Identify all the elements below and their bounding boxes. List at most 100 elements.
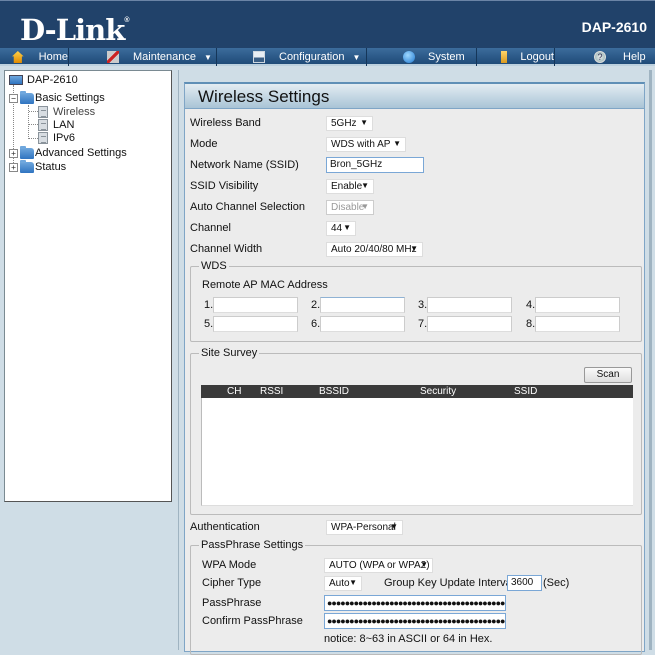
channel-select[interactable]: 44 ▼ xyxy=(326,221,356,236)
sidebar-item-label: IPv6 xyxy=(53,132,76,144)
folder-icon xyxy=(20,145,34,159)
site-survey-legend: Site Survey xyxy=(199,347,260,359)
header-banner: D-Link® DAP-2610 xyxy=(0,0,655,48)
passphrase-legend: PassPhrase Settings xyxy=(199,539,306,551)
col-bssid: BSSID xyxy=(319,386,350,397)
mac-input-8[interactable] xyxy=(535,316,620,332)
nav-configuration-label: Configuration xyxy=(279,51,345,63)
site-survey-table-body[interactable] xyxy=(201,398,633,506)
registered-mark: ® xyxy=(124,17,129,24)
site-survey-table-header: CH RSSI BSSID Security SSID xyxy=(201,385,633,398)
mode-select[interactable]: WDS with AP ▼ xyxy=(326,137,406,152)
mac-slot-label: 7. xyxy=(418,318,428,330)
chevron-down-icon: ▼ xyxy=(352,52,361,62)
sidebar-item-wireless[interactable]: Wireless xyxy=(38,105,95,119)
channel-label: Channel xyxy=(190,222,231,234)
chevron-down-icon: ▼ xyxy=(420,560,428,569)
tree-connector xyxy=(29,138,38,139)
auto-channel-label: Auto Channel Selection xyxy=(190,201,305,213)
nav-system-label: System xyxy=(428,51,465,63)
home-icon xyxy=(12,51,24,63)
chevron-down-icon: ▼ xyxy=(390,522,398,531)
mode-label: Mode xyxy=(190,138,218,150)
collapse-icon[interactable]: − xyxy=(9,93,18,103)
col-security: Security xyxy=(420,386,457,397)
sidebar-item-lan[interactable]: LAN xyxy=(38,118,74,132)
channel-width-select[interactable]: Auto 20/40/80 MHz ▼ xyxy=(326,242,423,257)
sidebar-item-ipv6[interactable]: IPv6 xyxy=(38,131,75,145)
ssid-input[interactable]: Bron_5GHz xyxy=(326,157,424,173)
expand-icon[interactable]: + xyxy=(9,162,18,172)
sidebar-item-label: Status xyxy=(35,161,67,173)
sidebar-item-basic-settings[interactable]: − Basic Settings xyxy=(9,90,105,105)
nav-help[interactable]: ? Help xyxy=(555,48,655,66)
cipher-type-select[interactable]: Auto ▼ xyxy=(324,576,362,591)
page-icon xyxy=(38,119,48,131)
ssid-label: Network Name (SSID) xyxy=(190,159,299,171)
group-key-label: Group Key Update Interval xyxy=(384,577,515,589)
authentication-value: WPA-Personal xyxy=(331,522,396,533)
nav-home[interactable]: Home xyxy=(0,48,69,66)
auto-channel-select[interactable]: Disable ▼ xyxy=(326,200,374,215)
sidebar-item-label: Wireless xyxy=(53,106,96,118)
nav-system[interactable]: System xyxy=(367,48,477,66)
authentication-select[interactable]: WPA-Personal ▼ xyxy=(326,520,403,535)
mac-input-1[interactable] xyxy=(213,297,298,313)
tree-root-dap-2610[interactable]: DAP-2610 xyxy=(9,73,78,87)
scan-button[interactable]: Scan xyxy=(584,367,632,383)
mac-slot-label: 3. xyxy=(418,299,428,311)
sidebar-item-status[interactable]: + Status xyxy=(9,159,67,174)
auto-channel-value: Disable xyxy=(331,202,365,213)
authentication-label: Authentication xyxy=(190,521,260,533)
computer-icon xyxy=(9,75,23,85)
wireless-band-select[interactable]: 5GHz ▼ xyxy=(326,116,373,131)
wpa-mode-label: WPA Mode xyxy=(202,559,257,571)
col-ch: CH xyxy=(227,386,242,397)
wpa-mode-select[interactable]: AUTO (WPA or WPA2) ▼ xyxy=(324,558,433,573)
mac-input-5[interactable] xyxy=(213,316,298,332)
mac-input-6[interactable] xyxy=(320,316,405,332)
logo-text: D-Link xyxy=(20,13,125,47)
sidebar-item-label: Basic Settings xyxy=(35,92,105,104)
cipher-type-value: Auto xyxy=(329,578,350,589)
mac-slot-label: 6. xyxy=(311,318,321,330)
dlink-logo: D-Link® xyxy=(20,13,130,47)
chevron-down-icon: ▼ xyxy=(204,52,212,62)
nav-logout[interactable]: Logout xyxy=(477,48,555,66)
globe-icon xyxy=(403,51,415,63)
mac-input-2[interactable] xyxy=(320,297,405,313)
tree-root-label: DAP-2610 xyxy=(27,74,78,86)
model-name: DAP-2610 xyxy=(581,19,647,35)
mac-slot-label: 1. xyxy=(204,299,214,311)
top-nav: Home Maintenance ▼ Configuration ▼ Syste… xyxy=(0,48,655,66)
wpa-mode-value: AUTO (WPA or WPA2) xyxy=(329,560,430,571)
wireless-band-label: Wireless Band xyxy=(190,117,261,129)
chevron-down-icon: ▼ xyxy=(361,202,369,211)
wds-legend: WDS xyxy=(199,260,229,272)
folder-open-icon xyxy=(20,90,34,104)
group-key-input[interactable]: 3600 xyxy=(507,575,542,591)
col-rssi: RSSI xyxy=(260,386,284,397)
confirm-passphrase-label: Confirm PassPhrase xyxy=(202,615,303,627)
chevron-down-icon: ▼ xyxy=(361,181,369,190)
ssid-visibility-value: Enable xyxy=(331,181,363,192)
col-ssid: SSID xyxy=(514,386,538,397)
nav-configuration[interactable]: Configuration ▼ xyxy=(217,48,367,66)
group-key-unit: (Sec) xyxy=(543,577,570,589)
expand-icon[interactable]: + xyxy=(9,148,18,158)
confirm-passphrase-input[interactable]: ●●●●●●●●●●●●●●●●●●●●●●●●●●●●●●●●●●●●●●●●… xyxy=(324,613,506,629)
help-icon: ? xyxy=(594,51,606,63)
tools-icon xyxy=(107,51,119,63)
nav-maintenance[interactable]: Maintenance ▼ xyxy=(69,48,217,66)
ssid-visibility-select[interactable]: Enable ▼ xyxy=(326,179,374,194)
sidebar-item-label: LAN xyxy=(53,119,75,131)
nav-logout-label: Logout xyxy=(520,51,554,63)
remote-ap-mac-label: Remote AP MAC Address xyxy=(202,279,328,291)
sidebar-item-advanced-settings[interactable]: + Advanced Settings xyxy=(9,145,127,160)
chevron-down-icon: ▼ xyxy=(393,139,401,148)
mac-input-4[interactable] xyxy=(535,297,620,313)
mac-slot-label: 8. xyxy=(526,318,536,330)
passphrase-input[interactable]: ●●●●●●●●●●●●●●●●●●●●●●●●●●●●●●●●●●●●●●●●… xyxy=(324,595,506,611)
mac-input-3[interactable] xyxy=(427,297,512,313)
mac-input-7[interactable] xyxy=(427,316,512,332)
